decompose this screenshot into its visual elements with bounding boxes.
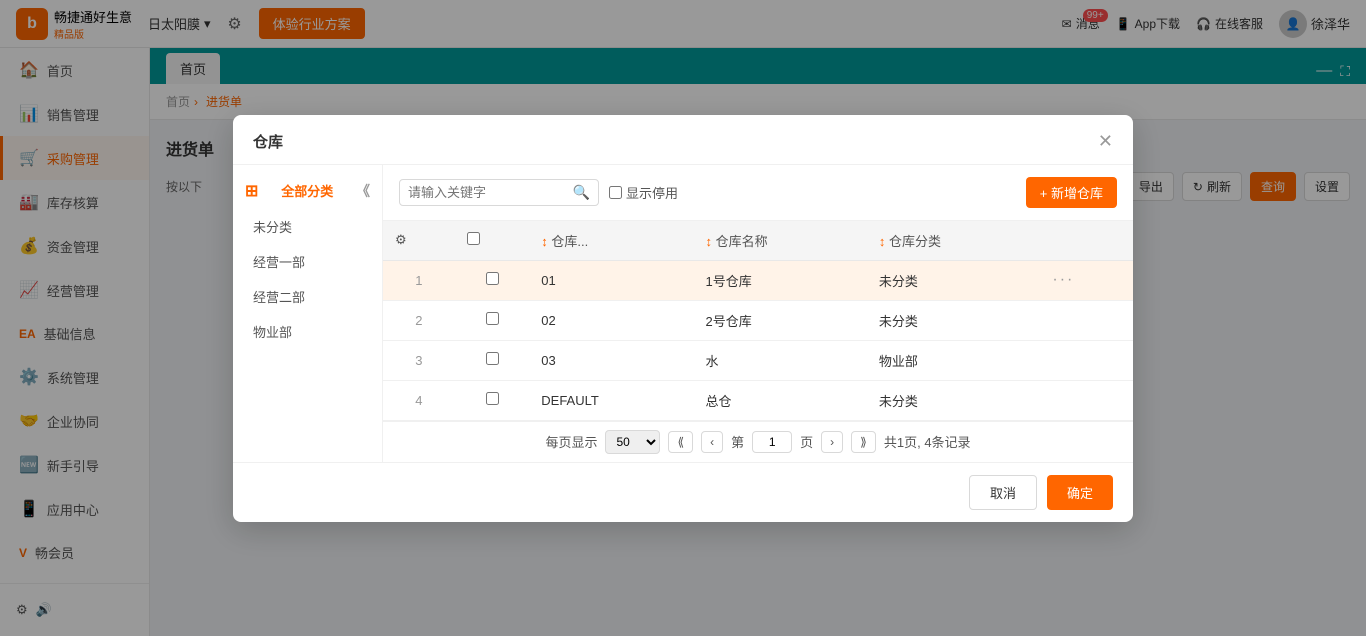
page-unit: 页 bbox=[800, 432, 813, 451]
warehouse-table: ⚙ ↕ 仓库... ↕ 仓库名称 bbox=[383, 221, 1133, 421]
col-name: ↕ 仓库名称 bbox=[693, 221, 866, 261]
table-body: 1 01 1号仓库 未分类 ··· 2 02 2 bbox=[383, 260, 1133, 420]
last-page-button[interactable]: ⟫ bbox=[851, 431, 876, 453]
confirm-button[interactable]: 确定 bbox=[1047, 475, 1113, 510]
add-warehouse-button[interactable]: + 新增仓库 bbox=[1026, 177, 1117, 208]
modal-toolbar: 🔍 显示停用 + 新增仓库 bbox=[383, 165, 1133, 221]
modal-footer: 取消 确定 bbox=[233, 462, 1133, 522]
row-code: 02 bbox=[529, 300, 693, 340]
table-row: 1 01 1号仓库 未分类 ··· bbox=[383, 260, 1133, 300]
category-item-ops1[interactable]: 经营一部 bbox=[233, 244, 382, 279]
page-label: 第 bbox=[731, 432, 744, 451]
table-header-row: ⚙ ↕ 仓库... ↕ 仓库名称 bbox=[383, 221, 1133, 261]
modal-main-content: 🔍 显示停用 + 新增仓库 ⚙ bbox=[383, 165, 1133, 462]
row-name: 总仓 bbox=[693, 380, 866, 420]
show-disabled-checkbox[interactable] bbox=[609, 186, 622, 199]
row-num: 4 bbox=[383, 380, 455, 420]
row-checkbox[interactable] bbox=[455, 260, 529, 300]
row-checkbox[interactable] bbox=[455, 340, 529, 380]
gear-icon[interactable]: ⚙ bbox=[395, 232, 407, 247]
col-settings: ⚙ bbox=[383, 221, 455, 261]
row-num: 2 bbox=[383, 300, 455, 340]
col-category: ↕ 仓库分类 bbox=[867, 221, 1040, 261]
category-item-property[interactable]: 物业部 bbox=[233, 314, 382, 349]
category-header-label: 全部分类 bbox=[281, 181, 333, 200]
row-more[interactable] bbox=[1040, 300, 1133, 340]
row-num: 1 bbox=[383, 260, 455, 300]
row-more[interactable] bbox=[1040, 380, 1133, 420]
page-number-input[interactable] bbox=[752, 431, 792, 453]
row-name: 水 bbox=[693, 340, 866, 380]
show-disabled-label: 显示停用 bbox=[626, 183, 678, 202]
pagination: 每页显示 50 100 ⟪ ‹ 第 页 › ⟫ 共1页, 4条记录 bbox=[383, 421, 1133, 462]
per-page-select[interactable]: 50 100 bbox=[605, 430, 660, 454]
search-input[interactable] bbox=[408, 185, 569, 200]
row-more[interactable]: ··· bbox=[1040, 260, 1133, 300]
col-cat-label: 仓库分类 bbox=[889, 234, 941, 249]
row-code: 01 bbox=[529, 260, 693, 300]
row-more[interactable] bbox=[1040, 340, 1133, 380]
col-code-icon: ↕ bbox=[541, 234, 548, 249]
search-box[interactable]: 🔍 bbox=[399, 179, 599, 206]
search-icon[interactable]: 🔍 bbox=[573, 184, 590, 201]
show-disabled-toggle[interactable]: 显示停用 bbox=[609, 183, 678, 202]
row-category: 未分类 bbox=[867, 380, 1040, 420]
select-all-checkbox[interactable] bbox=[467, 232, 480, 245]
row-code: DEFAULT bbox=[529, 380, 693, 420]
prev-page-button[interactable]: ‹ bbox=[701, 431, 723, 453]
table-row: 4 DEFAULT 总仓 未分类 bbox=[383, 380, 1133, 420]
category-grid-icon: ⊞ bbox=[245, 181, 258, 201]
col-name-label: 仓库名称 bbox=[716, 234, 768, 249]
col-code-label: 仓库... bbox=[551, 234, 588, 249]
col-code: ↕ 仓库... bbox=[529, 221, 693, 261]
table-row: 3 03 水 物业部 bbox=[383, 340, 1133, 380]
row-category: 物业部 bbox=[867, 340, 1040, 380]
modal-overlay[interactable]: 仓库 ✕ ⊞ 全部分类 《 未分类 经营一部 经营二部 物业部 bbox=[0, 0, 1366, 636]
row-category: 未分类 bbox=[867, 260, 1040, 300]
category-header[interactable]: ⊞ 全部分类 《 bbox=[233, 173, 382, 209]
row-category: 未分类 bbox=[867, 300, 1040, 340]
table-row: 2 02 2号仓库 未分类 bbox=[383, 300, 1133, 340]
next-page-button[interactable]: › bbox=[821, 431, 843, 453]
modal-close-button[interactable]: ✕ bbox=[1098, 131, 1113, 152]
row-num: 3 bbox=[383, 340, 455, 380]
total-info: 共1页, 4条记录 bbox=[884, 432, 971, 451]
more-actions-icon[interactable]: ··· bbox=[1052, 271, 1074, 288]
col-name-icon: ↕ bbox=[705, 234, 712, 249]
first-page-button[interactable]: ⟪ bbox=[668, 431, 693, 453]
category-item-uncategorized[interactable]: 未分类 bbox=[233, 209, 382, 244]
table: ⚙ ↕ 仓库... ↕ 仓库名称 bbox=[383, 221, 1133, 421]
category-sidebar: ⊞ 全部分类 《 未分类 经营一部 经营二部 物业部 bbox=[233, 165, 383, 462]
row-code: 03 bbox=[529, 340, 693, 380]
modal-title: 仓库 bbox=[253, 131, 283, 152]
row-name: 2号仓库 bbox=[693, 300, 866, 340]
per-page-label: 每页显示 bbox=[545, 432, 597, 451]
col-actions bbox=[1040, 221, 1133, 261]
row-checkbox[interactable] bbox=[455, 300, 529, 340]
col-checkbox bbox=[455, 221, 529, 261]
col-cat-icon: ↕ bbox=[879, 234, 886, 249]
cancel-button[interactable]: 取消 bbox=[969, 475, 1037, 510]
modal-header: 仓库 ✕ bbox=[233, 115, 1133, 165]
warehouse-modal: 仓库 ✕ ⊞ 全部分类 《 未分类 经营一部 经营二部 物业部 bbox=[233, 115, 1133, 522]
row-name: 1号仓库 bbox=[693, 260, 866, 300]
row-checkbox[interactable] bbox=[455, 380, 529, 420]
collapse-category-icon[interactable]: 《 bbox=[356, 181, 370, 201]
modal-body: ⊞ 全部分类 《 未分类 经营一部 经营二部 物业部 🔍 bbox=[233, 165, 1133, 462]
category-item-ops2[interactable]: 经营二部 bbox=[233, 279, 382, 314]
